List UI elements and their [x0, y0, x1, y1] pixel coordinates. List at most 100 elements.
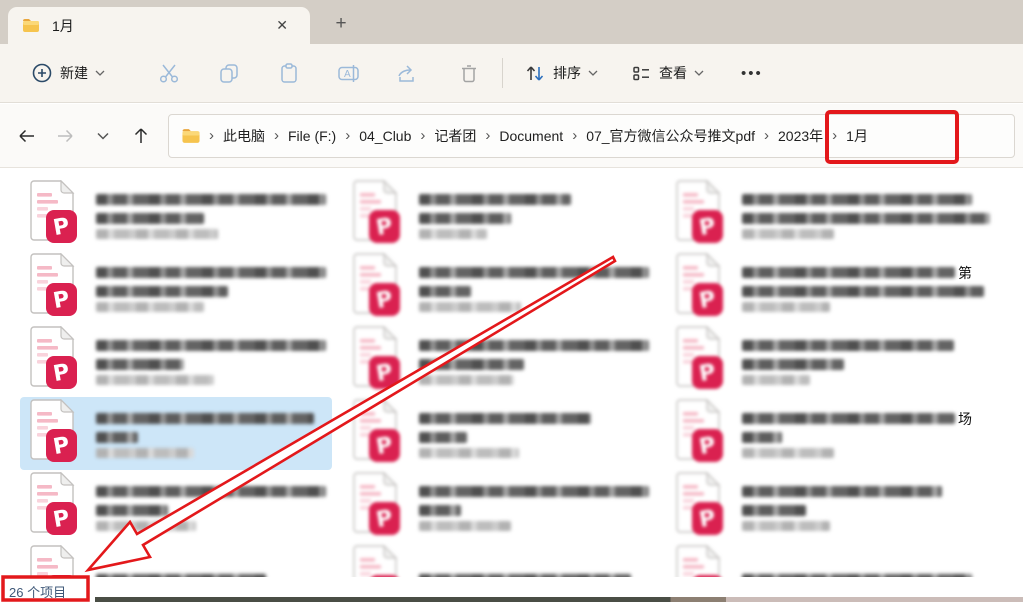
wps-pdf-icon: P: [672, 398, 726, 468]
file-list-item[interactable]: P: [343, 178, 655, 251]
blurred-filename-line: [742, 505, 806, 516]
blurred-filename-line: [419, 286, 471, 297]
blurred-filename-line: [742, 340, 954, 351]
wps-pdf-icon: P: [349, 544, 403, 577]
breadcrumb-item[interactable]: 此电脑: [218, 122, 270, 150]
blurred-filename-line: [419, 505, 461, 516]
file-list-item[interactable]: P: [666, 543, 978, 577]
file-list-item[interactable]: P: [343, 324, 655, 397]
more-options-button[interactable]: •••: [729, 65, 775, 82]
file-list-item[interactable]: P: [343, 470, 655, 543]
file-text-block: [96, 263, 326, 312]
rename-button[interactable]: A: [328, 62, 370, 84]
file-list-item[interactable]: P 场: [666, 397, 978, 470]
file-list-item[interactable]: P: [20, 324, 332, 397]
blurred-filename-line: [742, 194, 972, 205]
wps-pdf-icon: P: [26, 179, 80, 249]
view-button[interactable]: 查看: [621, 55, 713, 91]
file-list-item[interactable]: P: [20, 178, 332, 251]
wps-pdf-icon: P: [26, 252, 80, 322]
file-text-block: [419, 190, 649, 239]
blurred-filename-line: [96, 413, 314, 424]
breadcrumb: › 此电脑 › File (F:) › 04_Club › 记者团 › Document › 07_官…: [205, 122, 873, 150]
breadcrumb-item[interactable]: File (F:): [283, 124, 341, 148]
share-button[interactable]: [386, 62, 428, 84]
delete-button[interactable]: [448, 62, 490, 84]
tab-bar: 1月 ✕ +: [0, 0, 1023, 44]
copy-icon: [220, 64, 238, 83]
breadcrumb-item[interactable]: 记者团: [429, 122, 481, 150]
copy-button[interactable]: [208, 62, 250, 84]
wps-pdf-icon: P: [26, 471, 80, 541]
up-button[interactable]: [122, 127, 160, 145]
rename-icon: A: [338, 65, 359, 82]
tab-current-folder[interactable]: 1月 ✕: [8, 7, 310, 44]
view-icon: [633, 66, 649, 81]
blurred-file-meta-line: [96, 302, 204, 312]
file-text-block: [419, 570, 649, 577]
file-list-item[interactable]: P: [666, 324, 978, 397]
sort-button-label: 排序: [553, 65, 581, 81]
blurred-filename-line: [96, 213, 204, 224]
sort-button[interactable]: 排序: [515, 55, 607, 91]
blurred-filename-line: [96, 505, 168, 516]
breadcrumb-chevron-icon: ›: [764, 127, 770, 144]
filename-visible-char: 第: [958, 264, 972, 281]
breadcrumb-chevron-icon: ›: [420, 127, 426, 144]
blurred-file-meta-line: [419, 448, 519, 458]
file-list-item[interactable]: P: [20, 470, 332, 543]
blurred-file-meta-line: [742, 448, 834, 458]
back-button[interactable]: [8, 128, 46, 144]
file-list-item[interactable]: P: [343, 543, 655, 577]
file-list-item[interactable]: P: [343, 397, 655, 470]
breadcrumb-chevron-icon: ›: [572, 127, 578, 144]
file-text-block: [96, 190, 326, 239]
blurred-filename-line: [419, 213, 511, 224]
desktop-edge-sliver: [95, 597, 1023, 602]
breadcrumb-item[interactable]: 1月: [841, 122, 873, 150]
blurred-file-meta-line: [742, 302, 830, 312]
breadcrumb-item[interactable]: 04_Club: [354, 124, 416, 148]
blurred-file-meta-line: [96, 448, 194, 458]
cut-button[interactable]: [148, 62, 190, 84]
item-count-label: 26 个项目: [9, 585, 67, 600]
forward-button[interactable]: [46, 128, 84, 144]
file-list-item[interactable]: P: [20, 397, 332, 470]
blurred-filename-line: [96, 359, 184, 370]
file-text-block: [419, 336, 649, 385]
wps-pdf-icon: P: [349, 325, 403, 395]
file-text-block: [419, 482, 649, 531]
blurred-filename-line: [96, 340, 326, 351]
filename-visible-char: 场: [958, 410, 972, 427]
blurred-file-meta-line: [742, 375, 810, 385]
close-tab-icon[interactable]: ✕: [268, 15, 296, 36]
blurred-filename-line: [419, 267, 649, 278]
breadcrumb-item[interactable]: 07_官方微信公众号推文pdf: [581, 122, 760, 150]
blurred-file-meta-line: [96, 521, 196, 531]
file-list-item[interactable]: P: [343, 251, 655, 324]
blurred-file-meta-line: [419, 302, 521, 312]
file-list-item[interactable]: P: [666, 178, 990, 251]
breadcrumb-item[interactable]: 2023年: [773, 122, 828, 150]
breadcrumb-chevron-icon: ›: [274, 127, 279, 144]
svg-text:A: A: [344, 69, 351, 80]
new-tab-button[interactable]: +: [326, 10, 356, 38]
file-list-item[interactable]: P: [20, 251, 332, 324]
file-area: P P P P P P P P P P P P 第 P P 场 P: [0, 168, 1023, 577]
file-text-block: [742, 482, 972, 531]
file-list-item[interactable]: P: [666, 470, 978, 543]
blurred-file-meta-line: [419, 375, 514, 385]
file-text-block: 第: [742, 263, 984, 312]
address-field[interactable]: › 此电脑 › File (F:) › 04_Club › 记者团 › Document › 07_官…: [168, 113, 1015, 158]
plus-circle-icon: [32, 63, 52, 83]
new-button[interactable]: 新建: [22, 55, 114, 91]
blurred-filename-line: [96, 432, 138, 443]
file-text-block: [742, 190, 990, 239]
file-text-block: [96, 336, 326, 385]
file-list-item[interactable]: P: [20, 543, 332, 577]
paste-button[interactable]: [268, 62, 310, 84]
file-list-item[interactable]: P 第: [666, 251, 984, 324]
blurred-file-meta-line: [96, 375, 214, 385]
recent-locations-button[interactable]: [84, 132, 122, 140]
breadcrumb-item[interactable]: Document: [494, 124, 568, 148]
